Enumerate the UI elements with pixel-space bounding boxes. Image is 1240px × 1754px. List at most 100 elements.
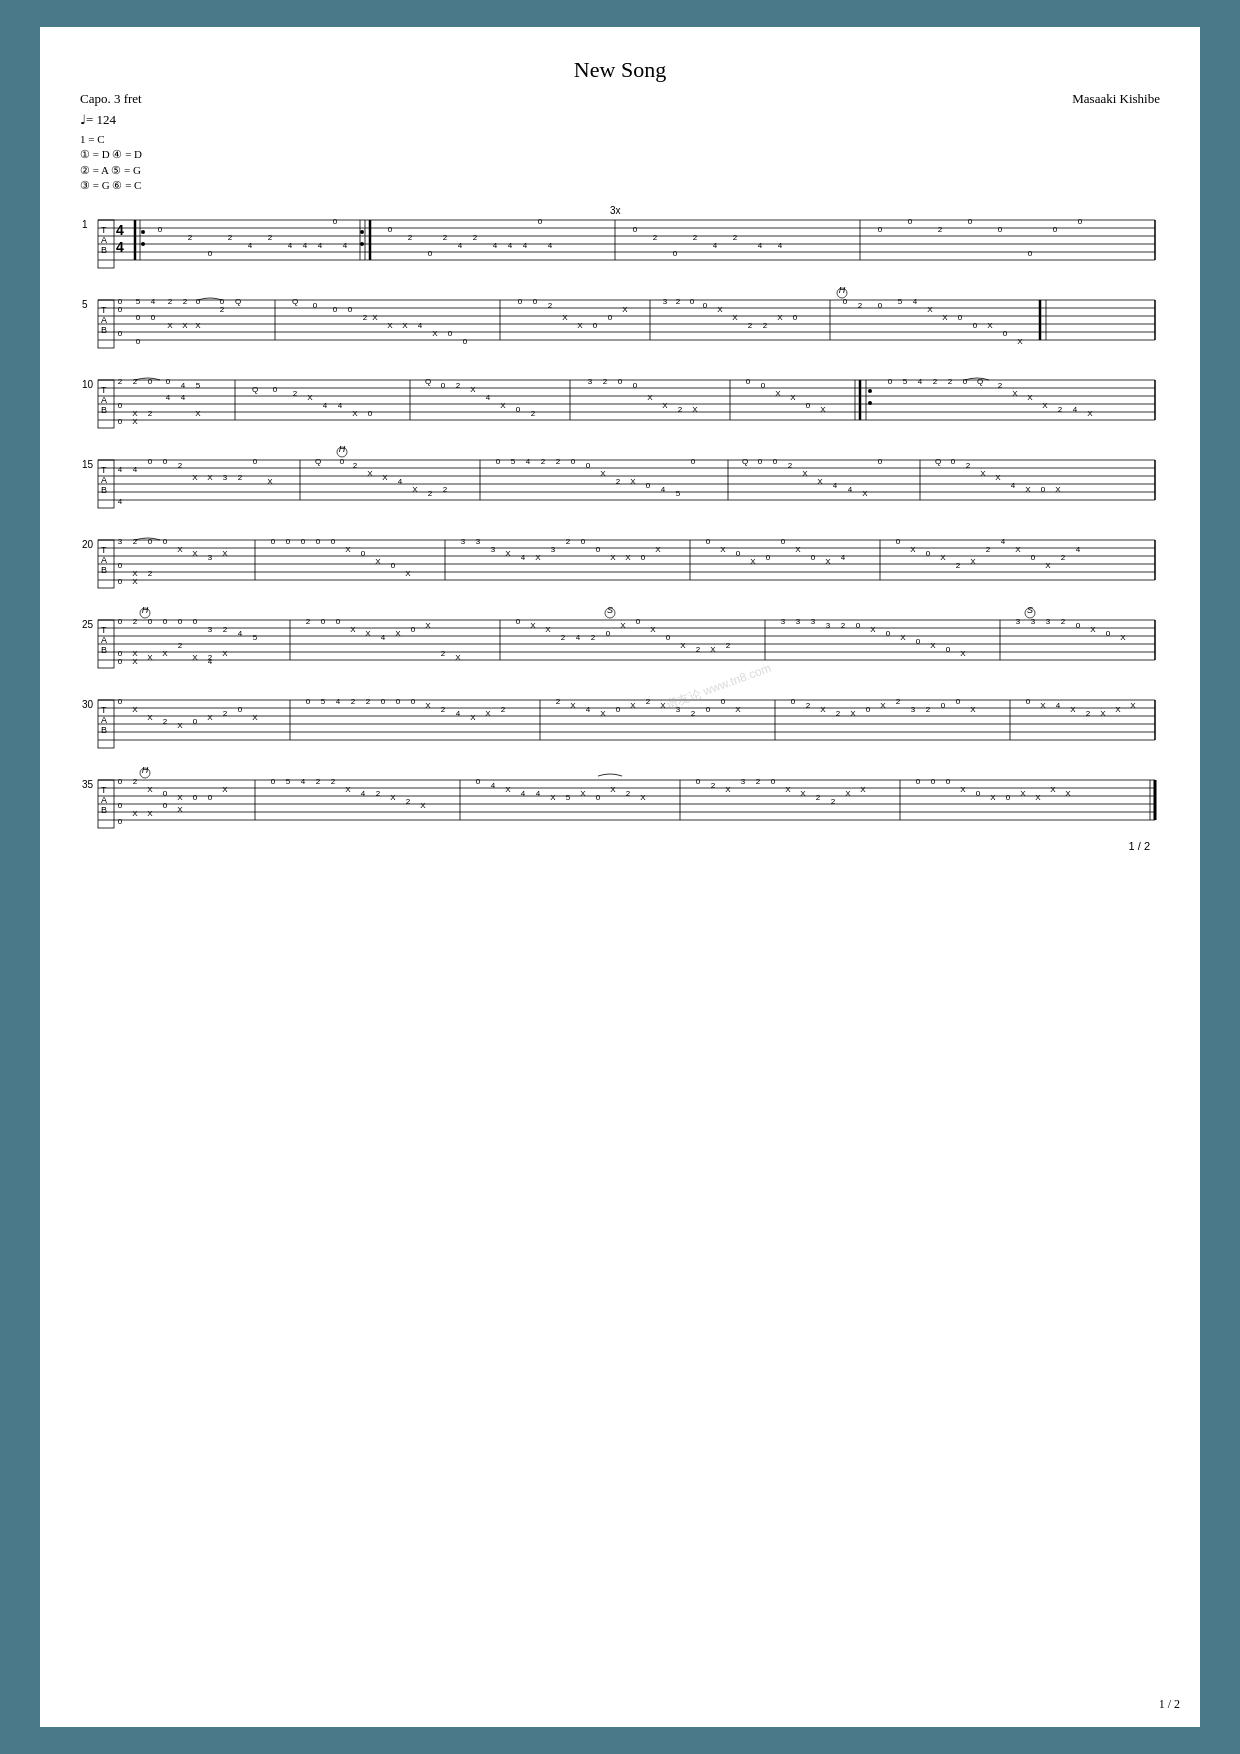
svg-text:3: 3 (208, 625, 213, 634)
svg-text:2: 2 (896, 697, 901, 706)
svg-text:Q: Q (742, 457, 748, 466)
svg-text:X: X (470, 385, 476, 394)
svg-text:0: 0 (148, 537, 153, 546)
svg-text:2: 2 (556, 697, 561, 706)
svg-text:2: 2 (148, 409, 153, 418)
svg-text:B: B (101, 565, 107, 575)
header-row: Capo. 3 fret Masaaki Kishibe (80, 91, 1160, 107)
svg-text:0: 0 (758, 457, 763, 466)
svg-text:2: 2 (306, 617, 311, 626)
svg-text:2: 2 (238, 473, 243, 482)
svg-text:X: X (177, 721, 183, 730)
svg-text:0: 0 (761, 381, 766, 390)
svg-text:4: 4 (586, 705, 591, 714)
svg-text:X: X (735, 705, 741, 714)
svg-text:X: X (1100, 709, 1106, 718)
svg-text:4: 4 (1076, 545, 1081, 554)
svg-text:0: 0 (518, 297, 523, 306)
svg-text:X: X (630, 477, 636, 486)
svg-text:0: 0 (118, 697, 123, 706)
svg-text:X: X (1027, 393, 1033, 402)
svg-text:0: 0 (118, 777, 123, 786)
svg-text:X: X (267, 477, 273, 486)
svg-text:2: 2 (858, 301, 863, 310)
svg-text:4: 4 (248, 241, 253, 250)
tuning-section: 1 = C ① = D ④ = D ② = A ⑤ = G ③ = G ⑥ = … (80, 132, 1160, 194)
svg-text:30: 30 (82, 699, 94, 710)
svg-text:2: 2 (316, 777, 321, 786)
svg-text:0: 0 (313, 301, 318, 310)
svg-text:0: 0 (706, 705, 711, 714)
svg-text:4: 4 (1056, 701, 1061, 710)
svg-text:4: 4 (661, 485, 666, 494)
svg-text:X: X (132, 657, 138, 666)
svg-text:15: 15 (82, 459, 94, 470)
svg-text:4: 4 (303, 241, 308, 250)
svg-text:0: 0 (148, 617, 153, 626)
svg-text:5: 5 (196, 381, 201, 390)
svg-text:0: 0 (196, 297, 201, 306)
svg-text:X: X (802, 469, 808, 478)
svg-text:0: 0 (886, 629, 891, 638)
svg-text:2: 2 (806, 701, 811, 710)
svg-text:X: X (647, 393, 653, 402)
svg-text:X: X (995, 473, 1001, 482)
svg-text:0: 0 (368, 409, 373, 418)
svg-text:X: X (207, 713, 213, 722)
svg-text:0: 0 (533, 297, 538, 306)
svg-text:2: 2 (603, 377, 608, 386)
svg-text:2: 2 (696, 645, 701, 654)
svg-text:35: 35 (82, 779, 94, 790)
svg-text:X: X (505, 785, 511, 794)
svg-text:2: 2 (133, 537, 138, 546)
svg-text:X: X (845, 789, 851, 798)
svg-text:B: B (101, 805, 107, 815)
tempo-line: ♩= 124 (80, 112, 1160, 128)
svg-text:0: 0 (441, 381, 446, 390)
svg-text:X: X (970, 557, 976, 566)
svg-text:4: 4 (536, 789, 541, 798)
svg-text:4: 4 (166, 393, 171, 402)
svg-text:X: X (167, 321, 173, 330)
svg-text:X: X (147, 785, 153, 794)
svg-text:X: X (390, 793, 396, 802)
svg-text:2: 2 (188, 233, 193, 242)
svg-text:H: H (839, 285, 846, 295)
svg-text:X: X (1087, 409, 1093, 418)
svg-text:0: 0 (516, 617, 521, 626)
svg-text:T: T (101, 625, 107, 635)
svg-text:2: 2 (678, 405, 683, 414)
svg-text:X: X (550, 793, 556, 802)
svg-text:X: X (535, 553, 541, 562)
svg-text:Q: Q (425, 377, 431, 386)
svg-text:2: 2 (948, 377, 953, 386)
svg-text:X: X (600, 469, 606, 478)
svg-text:X: X (345, 545, 351, 554)
svg-text:X: X (800, 789, 806, 798)
svg-text:X: X (655, 545, 661, 554)
svg-text:2: 2 (711, 781, 716, 790)
svg-text:X: X (365, 629, 371, 638)
svg-text:0: 0 (581, 537, 586, 546)
svg-text:0: 0 (163, 789, 168, 798)
svg-text:0: 0 (703, 301, 708, 310)
svg-text:0: 0 (193, 793, 198, 802)
svg-text:X: X (222, 549, 228, 558)
svg-text:A: A (101, 475, 107, 485)
svg-text:Q: Q (977, 377, 983, 386)
svg-text:4: 4 (336, 697, 341, 706)
svg-text:X: X (862, 489, 868, 498)
svg-text:B: B (101, 245, 107, 255)
svg-text:X: X (192, 653, 198, 662)
svg-text:0: 0 (926, 549, 931, 558)
svg-text:2: 2 (366, 697, 371, 706)
svg-text:0: 0 (163, 801, 168, 810)
svg-text:2: 2 (133, 617, 138, 626)
svg-text:0: 0 (806, 401, 811, 410)
svg-text:0: 0 (596, 793, 601, 802)
svg-text:X: X (455, 653, 461, 662)
svg-text:0: 0 (941, 701, 946, 710)
svg-text:4: 4 (521, 789, 526, 798)
svg-text:4: 4 (323, 401, 328, 410)
svg-text:2: 2 (443, 485, 448, 494)
